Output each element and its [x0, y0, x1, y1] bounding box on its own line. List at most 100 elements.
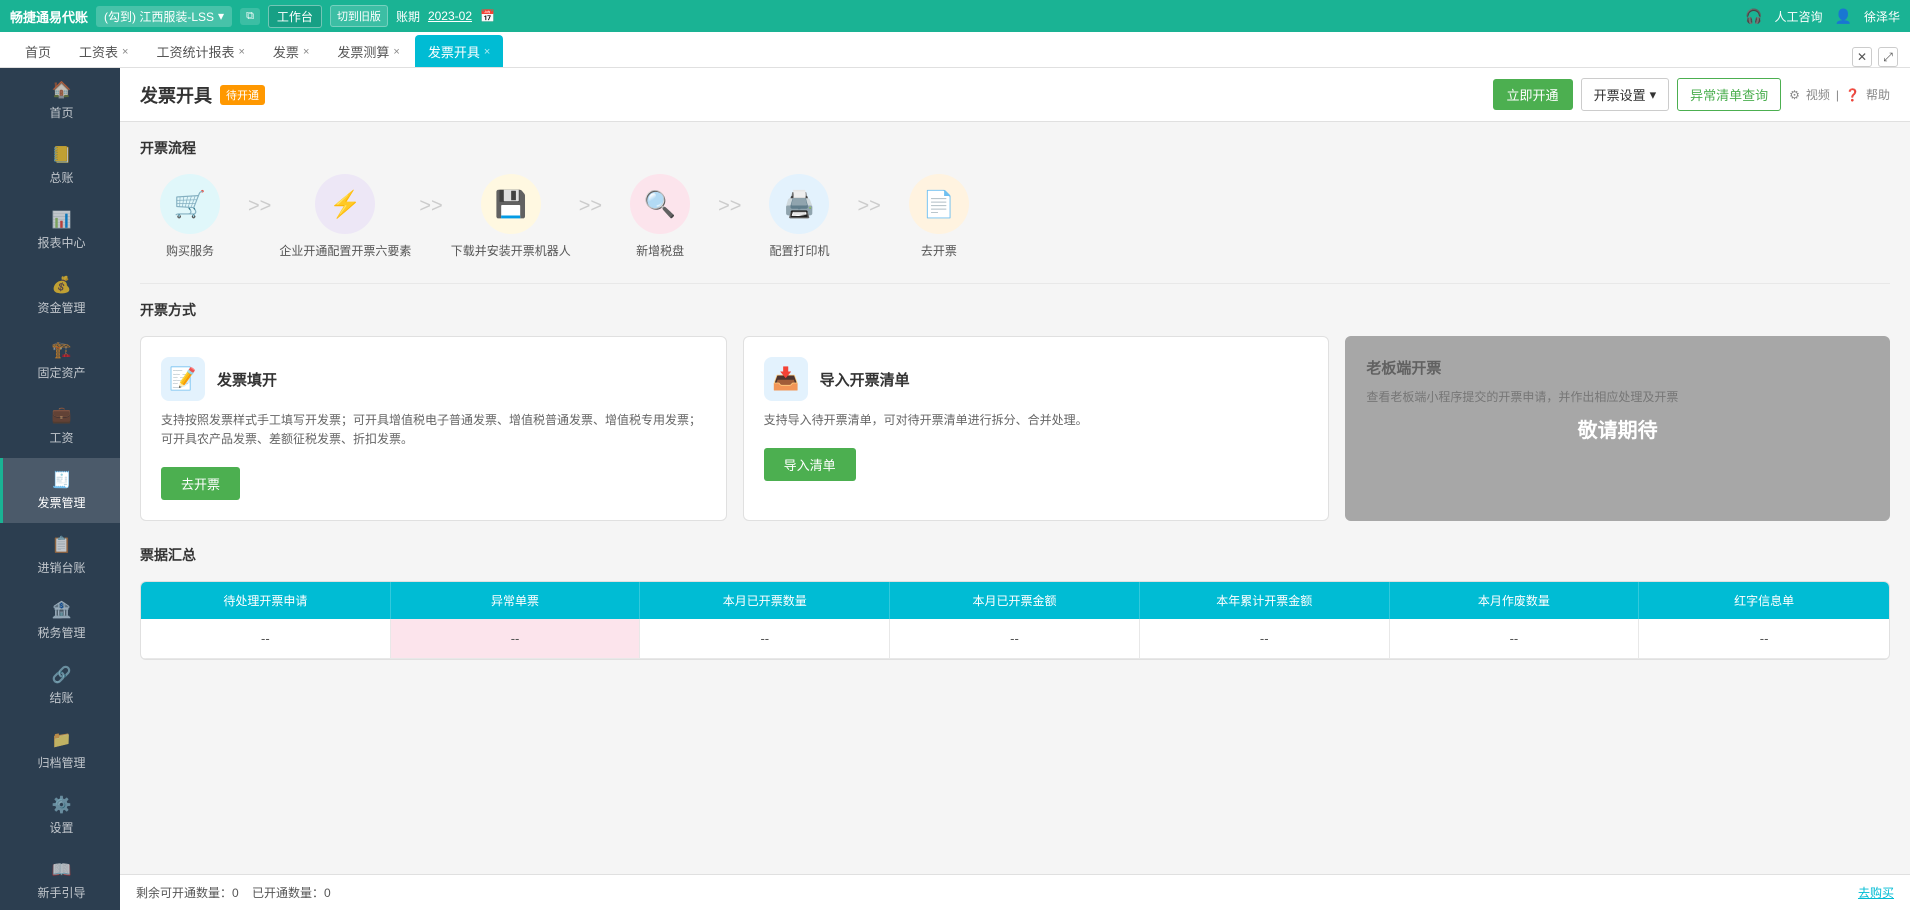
support-label[interactable]: 人工咨询 [1775, 8, 1823, 25]
footer-left: 剩余可开通数量：0 已开通数量：0 [136, 884, 331, 901]
tab-home[interactable]: 首页 [12, 35, 64, 67]
help-section: ⚙ 视频 | ❓ 帮助 [1789, 86, 1890, 103]
sidebar-item-payroll[interactable]: 💼 工资 [0, 393, 120, 458]
period-value[interactable]: 2023-02 [428, 9, 472, 23]
step1-icon: 🛒 [160, 174, 220, 234]
sidebar-item-archive[interactable]: 📁 归档管理 [0, 718, 120, 783]
sidebar: 🏠 首页 📒 总账 📊 报表中心 💰 资金管理 🏗️ 固定资产 💼 工资 🧾 发… [0, 68, 120, 910]
method-card-boss-wrap: 老板端开票 查看老板端小程序提交的开票申请，并作出相应处理及开票 敬请期待 [1345, 336, 1890, 521]
col-month-amount: 本月已开票金额 [890, 582, 1140, 619]
reports-icon: 📊 [52, 210, 72, 230]
sidebar-item-close[interactable]: 🔗 结账 [0, 653, 120, 718]
nav-tabs: 首页 工资表 × 工资统计报表 × 发票 × 发票测算 × 发票开具 × ✕ ⤢ [0, 32, 1910, 68]
user-label[interactable]: 徐泽华 [1864, 8, 1900, 25]
funds-icon: 💰 [52, 275, 72, 295]
method-card-fill: 📝 发票填开 支持按照发票样式手工填写开发票；可开具增值税电子普通发票、增值税普… [140, 336, 727, 521]
buy-link[interactable]: 去购买 [1858, 884, 1894, 901]
flow-arrow-2: >> [419, 195, 442, 218]
step3-label: 下载并安装开票机器人 [451, 242, 571, 259]
col-month-count: 本月已开票数量 [640, 582, 890, 619]
content-area: 发票开具 待开通 立即开通 开票设置 ▾ 异常清单查询 ⚙ 视频 | ❓ 帮助 [120, 68, 1910, 910]
close-invoice-tab[interactable]: × [303, 46, 309, 58]
flow-step-2: ⚡ 企业开通配置开票六要素 [279, 174, 411, 259]
summary-table: 待处理开票申请 异常单票 本月已开票数量 本月已开票金额 本年累计开票金额 本月… [140, 581, 1890, 660]
open-settings-button[interactable]: 开票设置 ▾ [1581, 78, 1670, 111]
cell-pending[interactable]: -- [141, 619, 391, 659]
guide-icon: 📖 [52, 860, 72, 880]
sidebar-item-assets[interactable]: 🏗️ 固定资产 [0, 328, 120, 393]
purchase-icon: 📋 [52, 535, 72, 555]
sidebar-item-funds[interactable]: 💰 资金管理 [0, 263, 120, 328]
app-logo: 畅捷通易代账 [10, 7, 88, 26]
page-header: 发票开具 待开通 立即开通 开票设置 ▾ 异常清单查询 ⚙ 视频 | ❓ 帮助 [120, 68, 1910, 122]
step2-icon: ⚡ [315, 174, 375, 234]
assets-icon: 🏗️ [52, 340, 72, 360]
card1-title: 发票填开 [217, 369, 277, 390]
close-invoice-calc-tab[interactable]: × [393, 46, 399, 58]
cell-void-count: -- [1390, 619, 1640, 659]
step2-label: 企业开通配置开票六要素 [279, 242, 411, 259]
flow-step-6: 📄 去开票 [889, 174, 989, 259]
method-cards: 📝 发票填开 支持按照发票样式手工填写开发票；可开具增值税电子普通发票、增值税普… [140, 336, 1890, 521]
flow-arrow-5: >> [857, 195, 880, 218]
close-accounts-icon: 🔗 [52, 665, 72, 685]
immediate-open-button[interactable]: 立即开通 [1493, 79, 1573, 110]
summary-row: -- -- -- -- -- -- -- [141, 619, 1889, 659]
main-layout: 🏠 首页 📒 总账 📊 报表中心 💰 资金管理 🏗️ 固定资产 💼 工资 🧾 发… [0, 68, 1910, 910]
sidebar-item-guide[interactable]: 📖 新手引导 [0, 848, 120, 910]
sidebar-item-tax[interactable]: 🏦 税务管理 [0, 588, 120, 653]
close-payroll-tab[interactable]: × [122, 46, 128, 58]
close-payroll-report-tab[interactable]: × [238, 46, 244, 58]
copy-icon[interactable]: ⧉ [240, 8, 260, 25]
close-invoice-issue-tab[interactable]: × [484, 46, 490, 58]
col-red-note: 红字信息单 [1639, 582, 1889, 619]
sidebar-item-purchase[interactable]: 📋 进销台账 [0, 523, 120, 588]
abnormal-query-button[interactable]: 异常清单查询 [1677, 78, 1781, 111]
tab-invoice-calc[interactable]: 发票测算 × [324, 35, 412, 67]
cell-abnormal[interactable]: -- [391, 619, 641, 659]
tab-payroll[interactable]: 工资表 × [66, 35, 141, 67]
workbench-button[interactable]: 工作台 [268, 5, 322, 28]
tab-payroll-report[interactable]: 工资统计报表 × [143, 35, 257, 67]
close-window-btn[interactable]: ✕ [1852, 47, 1872, 67]
sidebar-item-settings[interactable]: ⚙️ 设置 [0, 783, 120, 848]
settings-icon: ⚙️ [52, 795, 72, 815]
fullscreen-btn[interactable]: ⤢ [1878, 47, 1898, 67]
cell-year-amount: -- [1140, 619, 1390, 659]
cell-month-amount: -- [890, 619, 1140, 659]
switch-version-button[interactable]: 切到旧版 [330, 5, 388, 27]
col-year-amount: 本年累计开票金额 [1140, 582, 1390, 619]
company-selector[interactable]: (勾到) 江西服装-LSS ▾ [96, 6, 232, 27]
top-bar: 畅捷通易代账 (勾到) 江西服装-LSS ▾ ⧉ 工作台 切到旧版 账期 202… [0, 0, 1910, 32]
tab-invoice[interactable]: 发票 × [260, 35, 322, 67]
user-avatar: 👤 [1835, 8, 1852, 25]
help-label[interactable]: 帮助 [1866, 86, 1890, 103]
sidebar-item-ledger[interactable]: 📒 总账 [0, 133, 120, 198]
used-label: 已开通数量：0 [252, 886, 331, 900]
coming-soon-text: 敬请期待 [1578, 414, 1658, 443]
ledger-icon: 📒 [52, 145, 72, 165]
tab-invoice-issue[interactable]: 发票开具 × [415, 35, 503, 67]
import-list-button[interactable]: 导入清单 [764, 448, 856, 481]
view-label[interactable]: 视频 [1806, 86, 1830, 103]
calendar-icon[interactable]: 📅 [480, 9, 495, 23]
top-bar-left: 畅捷通易代账 (勾到) 江西服装-LSS ▾ ⧉ 工作台 切到旧版 账期 202… [10, 5, 495, 28]
support-icon: 🎧 [1745, 8, 1762, 25]
cell-month-count: -- [640, 619, 890, 659]
card2-header: 📥 导入开票清单 [764, 357, 1309, 401]
step6-label: 去开票 [921, 242, 957, 259]
sidebar-item-invoice[interactable]: 🧾 发票管理 [0, 458, 120, 523]
chevron-down-icon: ▾ [1650, 87, 1657, 103]
invoice-icon: 🧾 [52, 470, 72, 490]
summary-header: 待处理开票申请 异常单票 本月已开票数量 本月已开票金额 本年累计开票金额 本月… [141, 582, 1889, 619]
goto-issue-button[interactable]: 去开票 [161, 467, 240, 500]
col-pending: 待处理开票申请 [141, 582, 391, 619]
step1-label: 购买服务 [166, 242, 214, 259]
flow-step-3: 💾 下载并安装开票机器人 [451, 174, 571, 259]
cell-red-note: -- [1639, 619, 1889, 659]
step5-label: 配置打印机 [769, 242, 829, 259]
sidebar-item-reports[interactable]: 📊 报表中心 [0, 198, 120, 263]
col-void-count: 本月作废数量 [1390, 582, 1640, 619]
step5-icon: 🖨️ [769, 174, 829, 234]
sidebar-item-home[interactable]: 🏠 首页 [0, 68, 120, 133]
